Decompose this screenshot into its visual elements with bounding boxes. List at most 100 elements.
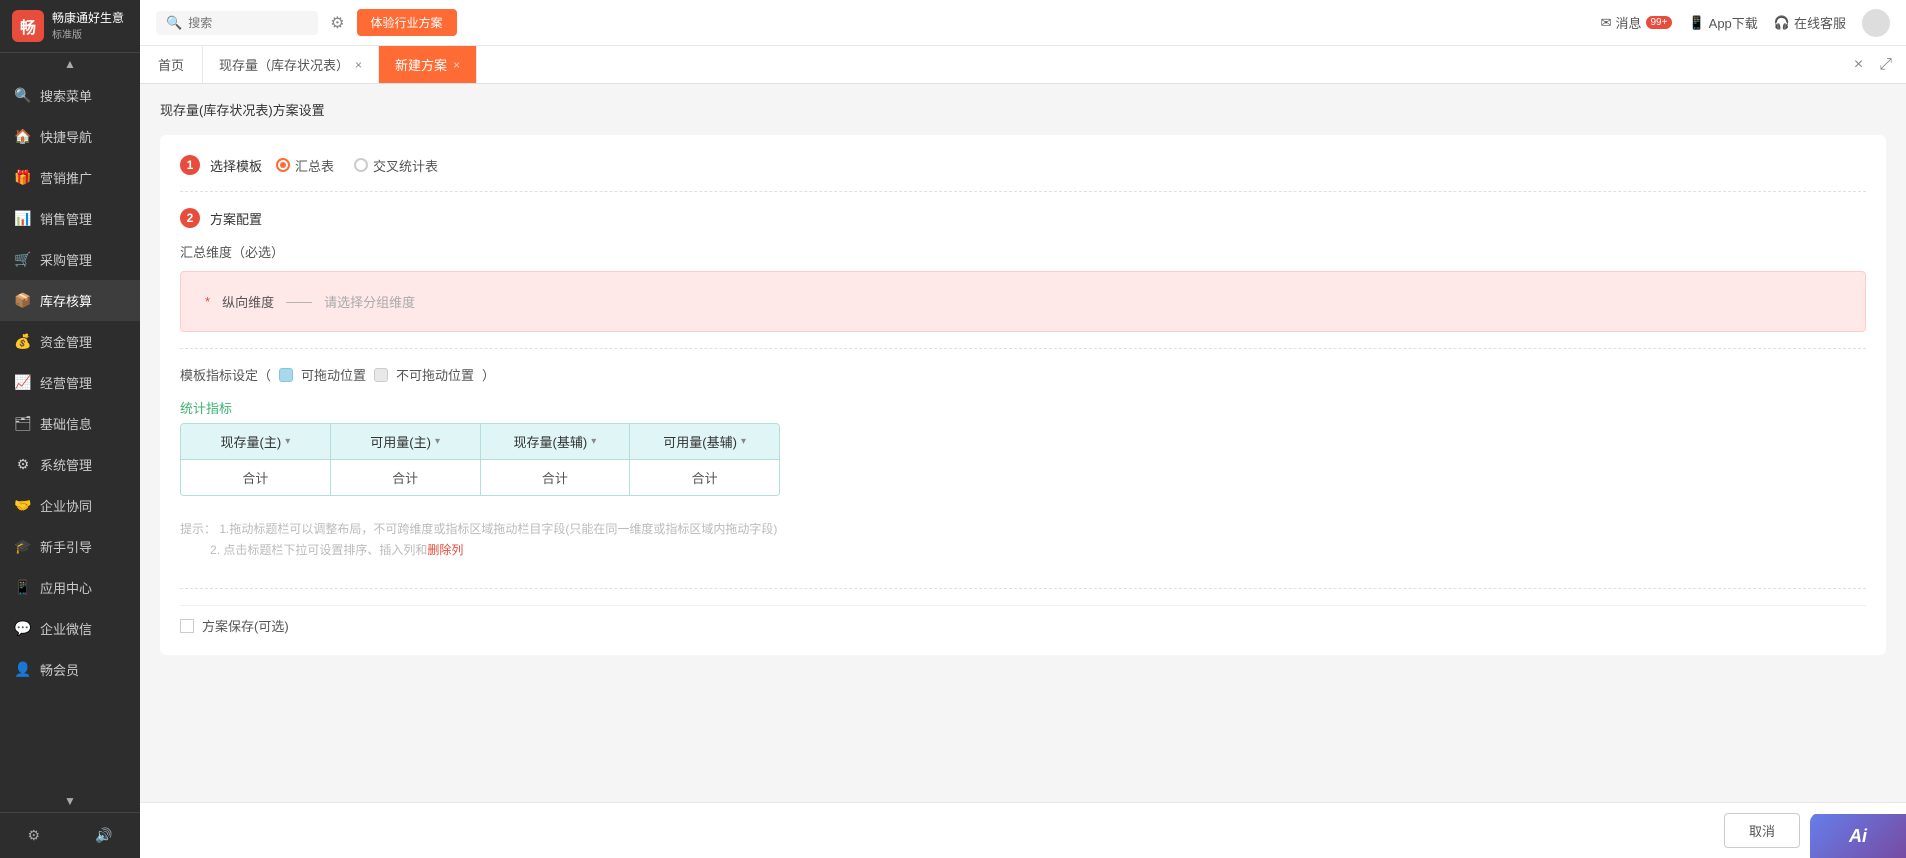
sidebar-item-wechat[interactable]: 💬 企业微信 [0, 608, 140, 649]
sidebar-item-purchase[interactable]: 🛒 采购管理 [0, 239, 140, 280]
sidebar-item-sales[interactable]: 📊 销售管理 [0, 198, 140, 239]
stats-section: 统计指标 现存量(主) ▾ 可用量(主) ▾ [180, 398, 1866, 496]
close-window-icon[interactable]: × [1848, 54, 1869, 76]
new-guide-icon: 🎓 [14, 538, 32, 556]
step-divider [180, 191, 1866, 192]
content-area: 现存量(库存状况表)方案设置 1 选择模板 汇总表 交叉统计表 [140, 84, 1906, 802]
message-item[interactable]: ✉ 消息 99+ [1601, 13, 1673, 32]
tips-section: 提示： 1.拖动标题栏可以调整布局，不可跨维度或指标区域拖动栏目字段(只能在同一… [180, 510, 1866, 572]
app-logo: 畅 畅康通好生意 标准版 [0, 0, 140, 53]
experience-btn[interactable]: 体验行业方案 [357, 9, 457, 36]
stats-col-1-label: 可用量(主) [370, 432, 431, 451]
app-download-item[interactable]: 📱 App下载 [1688, 13, 1757, 32]
indicator-settings-label: 模板指标设定（ 可拖动位置 不可拖动位置 ） [180, 365, 1866, 384]
message-icon: ✉ [1601, 15, 1612, 31]
summary-dimension-label: 汇总维度（必选） [180, 242, 1866, 261]
chevron-down-icon-0: ▾ [285, 436, 290, 447]
search-input[interactable] [188, 16, 308, 30]
tab-inventory[interactable]: 现存量（库存状况表） × [203, 46, 379, 83]
scroll-down-arrow[interactable]: ▼ [0, 790, 140, 812]
stats-table-row: 合计 合计 合计 合计 [181, 459, 779, 495]
online-service-item[interactable]: 🎧 在线客服 [1774, 13, 1846, 32]
radio-cross[interactable]: 交叉统计表 [354, 156, 438, 175]
stats-col-2[interactable]: 现存量(基辅) ▾ [481, 424, 631, 459]
sidebar-item-label: 营销推广 [40, 168, 92, 187]
step2-config: 2 方案配置 汇总维度（必选） * 纵向维度 —— 请选择分组维度 模板指标设定… [180, 208, 1866, 572]
inventory-icon: 📦 [14, 292, 32, 310]
stats-col-2-label: 现存量(基辅) [514, 432, 588, 451]
app-center-icon: 📱 [14, 579, 32, 597]
sidebar-item-basic-info[interactable]: 🗂 基础信息 [0, 403, 140, 444]
template-radio-group: 汇总表 交叉统计表 [276, 156, 438, 175]
step1-label: 选择模板 [210, 156, 262, 175]
sidebar-item-new-guide[interactable]: 🎓 新手引导 [0, 526, 140, 567]
fixed-label: 不可拖动位置 [396, 365, 474, 384]
search-icon: 🔍 [166, 15, 182, 31]
main-area: 🔍 ⚙ 体验行业方案 ✉ 消息 99+ 📱 App下载 🎧 在线客服 [140, 0, 1906, 858]
sidebar-item-enterprise[interactable]: 🤝 企业协同 [0, 485, 140, 526]
topbar-right: ✉ 消息 99+ 📱 App下载 🎧 在线客服 [1601, 9, 1890, 37]
config-divider [180, 348, 1866, 349]
sidebar-item-label: 资金管理 [40, 332, 92, 351]
stats-col-1[interactable]: 可用量(主) ▾ [331, 424, 481, 459]
sidebar-item-label: 应用中心 [40, 578, 92, 597]
search-box[interactable]: 🔍 [156, 11, 318, 35]
radio-cross-dot [354, 158, 368, 172]
indicator-settings-suffix: ） [482, 365, 495, 384]
indicator-settings-text: 模板指标设定（ [180, 365, 271, 384]
tab-new-scheme-label: 新建方案 [395, 55, 447, 74]
scroll-up-arrow[interactable]: ▲ [0, 53, 140, 75]
sidebar-item-marketing[interactable]: 🎁 营销推广 [0, 157, 140, 198]
tab-inventory-close-icon[interactable]: × [355, 58, 362, 72]
sidebar-item-label: 系统管理 [40, 455, 92, 474]
expand-window-icon[interactable]: ⤢ [1873, 54, 1898, 76]
sidebar-item-inventory[interactable]: 📦 库存核算 [0, 280, 140, 321]
stats-table-header: 现存量(主) ▾ 可用量(主) ▾ 现存量(基辅) ▾ [181, 424, 779, 459]
save-scheme-checkbox[interactable] [180, 619, 194, 633]
enterprise-icon: 🤝 [14, 497, 32, 515]
sidebar-item-finance[interactable]: 💰 资金管理 [0, 321, 140, 362]
tab-new-scheme[interactable]: 新建方案 × [379, 46, 477, 83]
sidebar-item-search-menu[interactable]: 🔍 搜索菜单 [0, 75, 140, 116]
highlight-delete: 删除列 [427, 543, 463, 557]
sidebar-item-quick-nav[interactable]: 🏠 快捷导航 [0, 116, 140, 157]
step2-label: 方案配置 [210, 209, 262, 228]
step2-header: 2 方案配置 [180, 208, 1866, 228]
sidebar-item-label: 搜索菜单 [40, 86, 92, 105]
sidebar-item-app-center[interactable]: 📱 应用中心 [0, 567, 140, 608]
stats-col-0[interactable]: 现存量(主) ▾ [181, 424, 331, 459]
tab-home-label: 首页 [158, 55, 184, 74]
sidebar-item-operations[interactable]: 📈 经营管理 [0, 362, 140, 403]
radio-summary-label: 汇总表 [295, 156, 334, 175]
marketing-icon: 🎁 [14, 169, 32, 187]
stats-table: 现存量(主) ▾ 可用量(主) ▾ 现存量(基辅) ▾ [180, 423, 780, 496]
tab-home[interactable]: 首页 [140, 46, 203, 83]
tab-inventory-label: 现存量（库存状况表） [219, 55, 349, 74]
ai-float-button[interactable]: Ai [1810, 814, 1906, 858]
dimension-label: 纵向维度 [222, 292, 274, 311]
tab-new-scheme-close-icon[interactable]: × [453, 58, 460, 72]
finance-icon: 💰 [14, 333, 32, 351]
gear-icon[interactable]: ⚙ [330, 13, 344, 33]
stats-cell-3: 合计 [630, 460, 779, 495]
tip-title: 提示： 1.拖动标题栏可以调整布局，不可跨维度或指标区域拖动栏目字段(只能在同一… [180, 520, 1866, 538]
volume-icon[interactable]: 🔊 [89, 821, 118, 850]
dimension-area[interactable]: * 纵向维度 —— 请选择分组维度 [180, 271, 1866, 332]
dimension-placeholder: 请选择分组维度 [324, 292, 415, 311]
sidebar: 畅 畅康通好生意 标准版 ▲ 🔍 搜索菜单 🏠 快捷导航 🎁 营销推广 📊 销售… [0, 0, 140, 858]
page-title: 现存量(库存状况表)方案设置 [160, 100, 1886, 119]
settings-icon[interactable]: ⚙ [22, 821, 47, 850]
indicator-settings: 模板指标设定（ 可拖动位置 不可拖动位置 ） [180, 365, 1866, 384]
cancel-button[interactable]: 取消 [1724, 813, 1800, 848]
tip-item-1: 2. 点击标题栏下拉可设置排序、插入列和删除列 [180, 541, 1866, 559]
stats-col-3[interactable]: 可用量(基辅) ▾ [630, 424, 779, 459]
sidebar-item-system[interactable]: ⚙ 系统管理 [0, 444, 140, 485]
tabs-bar: 首页 现存量（库存状况表） × 新建方案 × × ⤢ [140, 46, 1906, 84]
step2-number: 2 [180, 208, 200, 228]
save-scheme-label[interactable]: 方案保存(可选) [202, 616, 289, 635]
sidebar-item-label: 企业协同 [40, 496, 92, 515]
user-avatar[interactable] [1862, 9, 1890, 37]
sidebar-item-label: 新手引导 [40, 537, 92, 556]
radio-summary[interactable]: 汇总表 [276, 156, 334, 175]
sidebar-item-member[interactable]: 👤 畅会员 [0, 649, 140, 690]
